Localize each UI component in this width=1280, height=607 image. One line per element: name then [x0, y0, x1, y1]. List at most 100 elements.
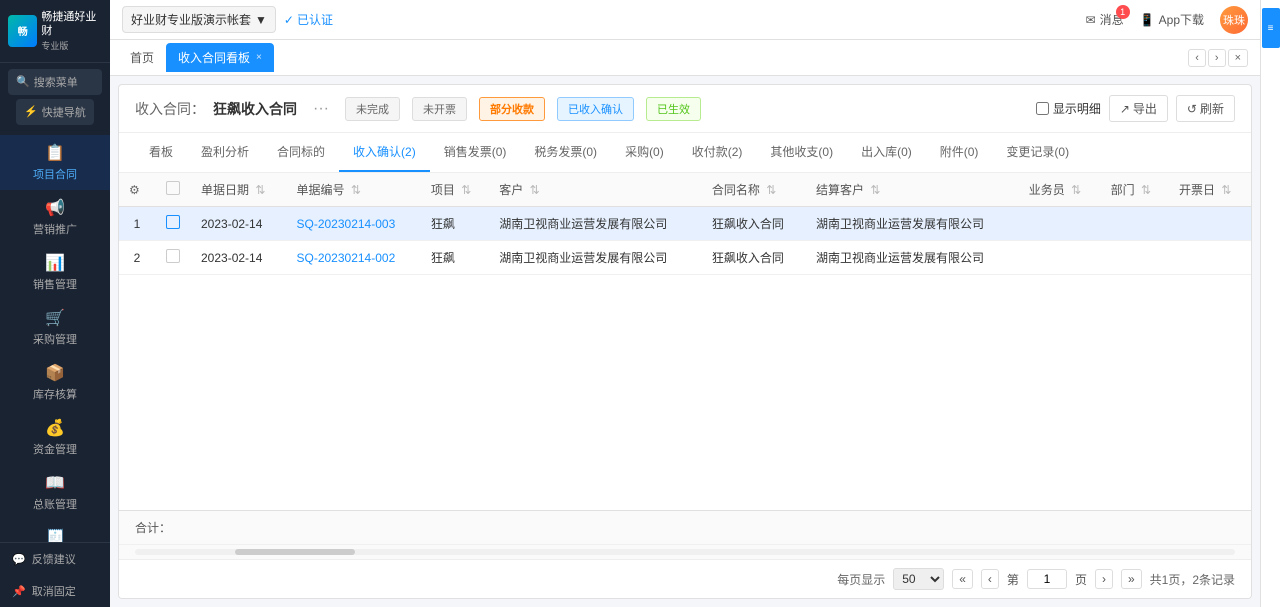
export-icon: ↗ — [1120, 102, 1130, 116]
tab-close-all-button[interactable]: × — [1228, 49, 1248, 67]
row2-number-link[interactable]: SQ-20230214-002 — [297, 251, 396, 265]
row2-date: 2023-02-14 — [191, 241, 287, 275]
col-date: 单据日期 ⇅ — [191, 173, 287, 207]
scrollbar-area — [119, 544, 1251, 559]
user-avatar[interactable]: 珠珠 — [1220, 6, 1248, 34]
more-button[interactable]: ··· — [309, 100, 333, 118]
page-label-after: 页 — [1075, 571, 1087, 588]
tab-prev-button[interactable]: ‹ — [1188, 49, 1206, 67]
project-contract-icon: 📋 — [45, 143, 65, 163]
active-tab-label: 收入合同看板 — [178, 49, 250, 66]
settings-gear-icon[interactable]: ⚙ — [129, 183, 140, 197]
search-menu-label: 搜索菜单 — [34, 74, 78, 90]
tab-income-confirm[interactable]: 收入确认(2) — [339, 133, 430, 172]
sidebar-item-project-contract[interactable]: 📋 项目合同 — [0, 135, 110, 190]
header-left: 好业财专业版演示帐套 ▼ ✓ 已认证 — [122, 6, 333, 33]
contract-title-label: 收入合同： — [135, 99, 205, 119]
export-button[interactable]: ↗ 导出 — [1109, 95, 1168, 122]
tab-attachments[interactable]: 附件(0) — [926, 133, 993, 172]
status-incomplete[interactable]: 未完成 — [345, 97, 400, 121]
sidebar-item-label: 销售管理 — [33, 276, 77, 292]
tab-close-button[interactable]: × — [256, 52, 262, 63]
row2-checkbox[interactable] — [166, 249, 180, 263]
tab-other-income[interactable]: 其他收支(0) — [756, 133, 847, 172]
table-footer: 合计： — [119, 510, 1251, 544]
status-partial-receipt[interactable]: 部分收款 — [479, 97, 545, 121]
tab-contract-items[interactable]: 合同标的 — [263, 133, 339, 172]
row1-contract: 狂飙收入合同 — [702, 207, 806, 241]
sidebar-item-invoice[interactable]: 🧾 发票管理 — [0, 520, 110, 542]
unpin-label: 取消固定 — [32, 583, 76, 599]
certified-check-icon: ✓ — [284, 13, 294, 27]
company-selector[interactable]: 好业财专业版演示帐套 ▼ — [122, 6, 276, 33]
quick-nav-area: ⚡ 快捷导航 — [0, 99, 110, 135]
sidebar-item-sales[interactable]: 📊 销售管理 — [0, 245, 110, 300]
tab-next-button[interactable]: › — [1208, 49, 1226, 67]
first-page-button[interactable]: « — [952, 569, 973, 589]
row1-checkbox-cell — [155, 207, 191, 241]
tab-sales-invoice[interactable]: 销售发票(0) — [430, 133, 521, 172]
show-detail-toggle[interactable]: 显示明细 — [1036, 100, 1101, 117]
table-row[interactable]: 2 2023-02-14 SQ-20230214-002 狂飙 湖南卫视商业运营… — [119, 241, 1251, 275]
status-confirmed[interactable]: 已收入确认 — [557, 97, 634, 121]
row1-salesperson — [1019, 207, 1101, 241]
header-checkbox[interactable] — [166, 181, 180, 195]
tab-warehouse[interactable]: 出入库(0) — [847, 133, 926, 172]
message-icon: ✉ — [1086, 13, 1096, 27]
col-contract: 合同名称 ⇅ — [702, 173, 806, 207]
row1-checkbox[interactable] — [166, 215, 180, 229]
app-download-button[interactable]: 📱 App下载 — [1140, 11, 1204, 28]
sidebar-item-feedback[interactable]: 💬 反馈建议 — [0, 543, 110, 575]
tab-kanban[interactable]: 看板 — [135, 133, 187, 172]
sidebar-item-unpin[interactable]: 📌 取消固定 — [0, 575, 110, 607]
col-settle-customer: 结算客户 ⇅ — [806, 173, 1019, 207]
next-page-button[interactable]: › — [1095, 569, 1113, 589]
col-customer-sort-icon[interactable]: ⇅ — [530, 183, 540, 197]
scroll-thumb[interactable] — [235, 549, 355, 555]
last-page-button[interactable]: » — [1121, 569, 1142, 589]
tab-profit[interactable]: 盈利分析 — [187, 133, 263, 172]
status-active[interactable]: 已生效 — [646, 97, 701, 121]
tab-tax-invoice[interactable]: 税务发票(0) — [520, 133, 611, 172]
show-detail-checkbox-input[interactable] — [1036, 102, 1049, 115]
col-department-sort-icon[interactable]: ⇅ — [1141, 183, 1151, 197]
status-uninvoiced[interactable]: 未开票 — [412, 97, 467, 121]
marketing-icon: 📢 — [45, 198, 65, 218]
page-size-select[interactable]: 50 10 20 100 — [893, 568, 944, 590]
data-table: ⚙ 单据日期 ⇅ 单据编号 ⇅ — [119, 173, 1251, 275]
message-button[interactable]: ✉ 消息 1 — [1086, 11, 1124, 28]
certified-badge: ✓ 已认证 — [284, 11, 333, 28]
quick-nav-button[interactable]: ⚡ 快捷导航 — [16, 99, 94, 125]
sidebar-item-purchase[interactable]: 🛒 采购管理 — [0, 300, 110, 355]
sidebar-item-finance[interactable]: 💰 资金管理 — [0, 410, 110, 465]
row1-date: 2023-02-14 — [191, 207, 287, 241]
tab-change-log[interactable]: 变更记录(0) — [992, 133, 1083, 172]
data-table-wrapper: ⚙ 单据日期 ⇅ 单据编号 ⇅ — [119, 173, 1251, 510]
sidebar-item-ledger[interactable]: 📖 总账管理 — [0, 465, 110, 520]
content-area: 收入合同： 狂飙收入合同 ··· 未完成 未开票 部分收款 已收入确认 已生效 … — [110, 76, 1260, 607]
home-tab[interactable]: 首页 — [122, 49, 162, 66]
sidebar-item-inventory[interactable]: 📦 库存核算 — [0, 355, 110, 410]
col-open-date-sort-icon[interactable]: ⇅ — [1221, 183, 1231, 197]
contract-right-actions: 显示明细 ↗ 导出 ↺ 刷新 — [1036, 95, 1235, 122]
sidebar: 畅 畅捷通好业财 专业版 🔍 搜索菜单 ⚡ 快捷导航 📋 项目合同 📢 营销推广… — [0, 0, 110, 607]
col-contract-sort-icon[interactable]: ⇅ — [766, 183, 776, 197]
sidebar-item-marketing[interactable]: 📢 营销推广 — [0, 190, 110, 245]
col-project-sort-icon[interactable]: ⇅ — [461, 183, 471, 197]
purchase-icon: 🛒 — [45, 308, 65, 328]
search-menu-button[interactable]: 🔍 搜索菜单 — [8, 69, 102, 95]
tab-receipt-payment[interactable]: 收付款(2) — [678, 133, 757, 172]
total-label: 合计： — [135, 519, 171, 536]
table-row[interactable]: 1 2023-02-14 SQ-20230214-003 狂飙 湖南卫视商业运营… — [119, 207, 1251, 241]
col-number-sort-icon[interactable]: ⇅ — [351, 183, 361, 197]
right-sidebar-action[interactable]: ≡ — [1262, 8, 1280, 48]
col-settle-customer-sort-icon[interactable]: ⇅ — [870, 183, 880, 197]
prev-page-button[interactable]: ‹ — [981, 569, 999, 589]
row1-number-link[interactable]: SQ-20230214-003 — [297, 217, 396, 231]
tab-purchase[interactable]: 采购(0) — [611, 133, 678, 172]
col-salesperson-sort-icon[interactable]: ⇅ — [1071, 183, 1081, 197]
page-number-input[interactable] — [1027, 569, 1067, 589]
col-date-sort-icon[interactable]: ⇅ — [255, 183, 265, 197]
active-tab[interactable]: 收入合同看板 × — [166, 43, 274, 72]
refresh-button[interactable]: ↺ 刷新 — [1176, 95, 1235, 122]
